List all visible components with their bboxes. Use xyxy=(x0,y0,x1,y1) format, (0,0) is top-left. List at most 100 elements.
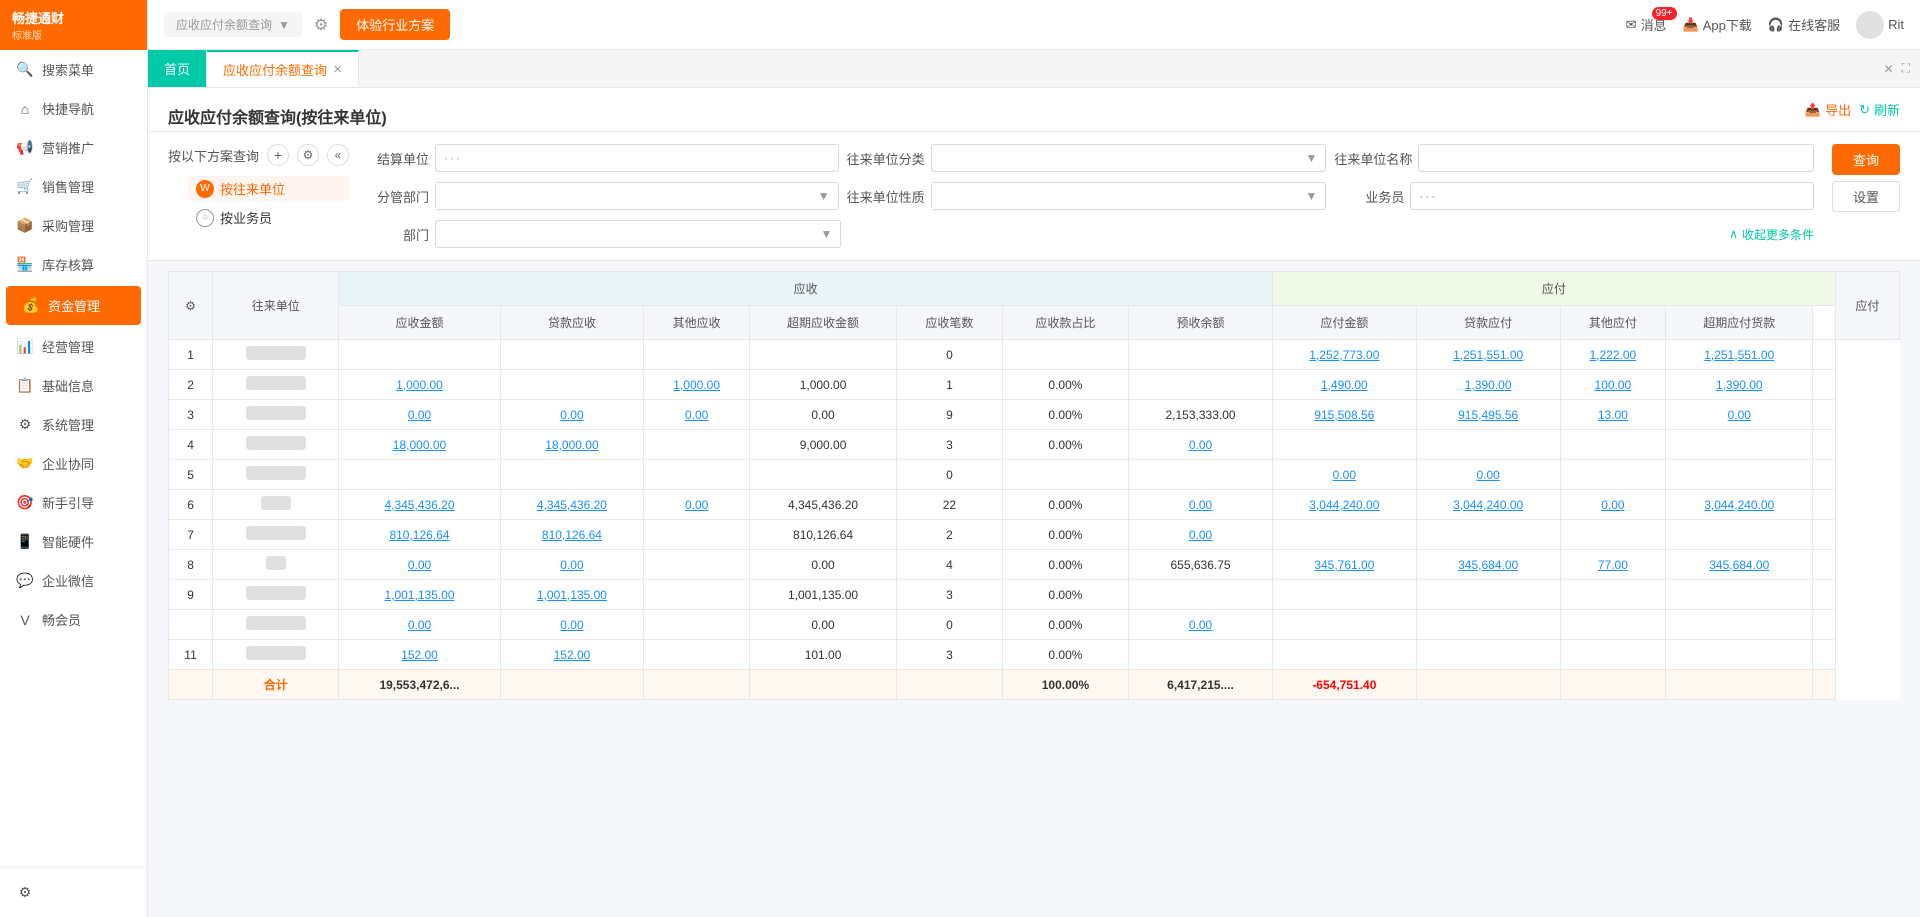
label-managing-dept: 分管部门 xyxy=(359,187,429,206)
sidebar-item-marketing[interactable]: 📢 营销推广 xyxy=(0,128,147,167)
marketing-icon: 📢 xyxy=(16,139,34,156)
input-partner-name[interactable] xyxy=(1418,144,1814,172)
th-settings[interactable]: ⚙ xyxy=(169,272,213,340)
finance-icon: 💰 xyxy=(22,297,40,314)
th-other-receivable: 其他应收 xyxy=(644,306,750,340)
settings-btn[interactable]: 设置 xyxy=(1832,181,1900,212)
sidebar-item-sales[interactable]: 🛒 销售管理 xyxy=(0,167,147,206)
logo-text: 畅捷通财 xyxy=(12,8,64,27)
home-icon: ⌂ xyxy=(16,101,34,117)
sidebar: 畅捷通财 标准版 🔍 搜索菜单 ⌂ 快捷导航 📢 营销推广 🛒 销售管理 📦 采… xyxy=(0,0,148,917)
app-download-btn[interactable]: 📥 App下载 xyxy=(1683,15,1752,34)
row-overdue-payable: 1,251,551.00 xyxy=(1666,340,1813,370)
th-payable-group: 应付 xyxy=(1272,272,1835,306)
export-btn[interactable]: 📤 导出 xyxy=(1805,100,1851,119)
query-row-1: 结算单位 ··· 往来单位分类 ▼ xyxy=(359,144,1814,172)
tab-close-icon[interactable]: ✕ xyxy=(1884,62,1894,76)
partner-category-arrow: ▼ xyxy=(1305,151,1317,165)
query-option-by-staff[interactable]: ○ 按业务员 xyxy=(188,205,349,230)
service-icon: 🎧 xyxy=(1768,17,1784,33)
solution-btn[interactable]: 体验行业方案 xyxy=(340,9,450,40)
input-salesperson[interactable]: ··· xyxy=(1410,182,1814,210)
wechat-icon: 💬 xyxy=(16,572,34,589)
tab-maximize-icon[interactable]: ⛶ xyxy=(1902,61,1910,76)
sidebar-item-wechat[interactable]: 💬 企业微信 xyxy=(0,561,147,600)
th-receivable-count: 应收笔数 xyxy=(897,306,1003,340)
table-row: 0.00 0.00 0.00 0 0.00% 0.00 xyxy=(169,610,1900,640)
message-btn[interactable]: ✉ 消息 99+ xyxy=(1626,15,1667,34)
row-receivable-ratio xyxy=(1002,340,1128,370)
query-settings-icon[interactable]: ⚙ xyxy=(297,144,319,166)
table-row: 6 4,345,436.20 4,345,436.20 0.00 4,345,4… xyxy=(169,490,1900,520)
sidebar-item-member[interactable]: V 畅会员 xyxy=(0,600,147,639)
sidebar-label-member: 畅会员 xyxy=(42,610,81,629)
query-collapse-left-btn[interactable]: « xyxy=(327,144,349,166)
field-partner-category: 往来单位分类 ▼ xyxy=(847,144,1327,172)
sidebar-item-hardware[interactable]: 📱 智能硬件 xyxy=(0,522,147,561)
table-row: 3 0.00 0.00 0.00 0.00 9 0.00% 2,153,333.… xyxy=(169,400,1900,430)
input-department[interactable]: ▼ xyxy=(435,220,841,248)
managing-dept-arrow: ▼ xyxy=(818,189,830,203)
sidebar-item-basic[interactable]: 📋 基础信息 xyxy=(0,366,147,405)
tab-query-label: 应收应付余额查询 xyxy=(223,60,327,79)
query-add-btn[interactable]: + xyxy=(267,144,289,166)
sidebar-item-operations[interactable]: 📊 经营管理 xyxy=(0,327,147,366)
sidebar-item-system[interactable]: ⚙ 系统管理 xyxy=(0,405,147,444)
th-prepaid-balance: 预收余额 xyxy=(1129,306,1273,340)
sidebar-item-quick-nav[interactable]: ⌂ 快捷导航 xyxy=(0,89,147,128)
table-row: 4 18,000.00 18,000.00 9,000.00 3 0.00% 0… xyxy=(169,430,1900,460)
sidebar-item-search-menu[interactable]: 🔍 搜索菜单 xyxy=(0,50,147,89)
topbar-gear-icon[interactable]: ⚙ xyxy=(314,15,328,35)
data-table: ⚙ 往来单位 应收 应付 应付 应收金额 贷款应收 其他应收 超期应收金额 应收… xyxy=(168,271,1900,700)
field-salesperson: 业务员 ··· xyxy=(1334,182,1814,210)
sidebar-item-purchase[interactable]: 📦 采购管理 xyxy=(0,206,147,245)
user-menu[interactable]: Rit xyxy=(1856,11,1904,39)
sidebar-label-enterprise: 企业协同 xyxy=(42,454,94,473)
input-partner-nature[interactable]: ▼ xyxy=(931,182,1327,210)
refresh-btn[interactable]: ↻ 刷新 xyxy=(1859,100,1900,119)
tab-close-btn[interactable]: ✕ xyxy=(333,63,342,76)
settlement-unit-dots: ··· xyxy=(444,151,462,165)
collapse-btn[interactable]: ∧ 收起更多条件 xyxy=(1729,226,1814,243)
sidebar-settings-btn[interactable]: ⚙ xyxy=(0,876,147,909)
query-layout: 按以下方案查询 + ⚙ « W 按往来单位 ○ 按业务员 xyxy=(168,144,1900,248)
row-partner xyxy=(213,340,339,370)
tab-query[interactable]: 应收应付余额查询 ✕ xyxy=(207,50,359,87)
row-payable-amount: 1,252,773.00 xyxy=(1272,340,1416,370)
th-payable-amount: 应付金额 xyxy=(1272,306,1416,340)
row-partner xyxy=(213,580,339,610)
query-option-by-unit[interactable]: W 按往来单位 xyxy=(188,176,349,201)
member-icon: V xyxy=(16,612,34,628)
field-partner-nature: 往来单位性质 ▼ xyxy=(847,182,1327,210)
topbar-right: ✉ 消息 99+ 📥 App下载 🎧 在线客服 Rit xyxy=(1626,11,1904,39)
input-partner-category[interactable]: ▼ xyxy=(931,144,1327,172)
by-unit-label: 按往来单位 xyxy=(220,179,285,198)
by-staff-icon: ○ xyxy=(196,209,214,227)
sidebar-label-system: 系统管理 xyxy=(42,415,94,434)
query-right-actions: 结算单位 ··· 往来单位分类 ▼ xyxy=(359,144,1900,248)
table-row: 8 0.00 0.00 0.00 4 0.00% 655,636.75 345,… xyxy=(169,550,1900,580)
operations-icon: 📊 xyxy=(16,338,34,355)
table-row: 9 1,001,135.00 1,001,135.00 1,001,135.00… xyxy=(169,580,1900,610)
sidebar-item-guide[interactable]: 🎯 新手引导 xyxy=(0,483,147,522)
input-settlement-unit[interactable]: ··· xyxy=(435,144,839,172)
query-actions: 查询 设置 xyxy=(1832,144,1900,212)
table-row: 5 0 0.00 0.00 xyxy=(169,460,1900,490)
sidebar-label-quick-nav: 快捷导航 xyxy=(42,99,94,118)
online-service-btn[interactable]: 🎧 在线客服 xyxy=(1768,15,1840,34)
row-partner xyxy=(213,610,339,640)
search-btn[interactable]: 查询 xyxy=(1832,144,1900,175)
row-partner xyxy=(213,640,339,670)
row-receivable-count: 0 xyxy=(897,340,1003,370)
th-other-payable: 其他应付 xyxy=(1560,306,1666,340)
sidebar-label-guide: 新手引导 xyxy=(42,493,94,512)
sidebar-item-enterprise[interactable]: 🤝 企业协同 xyxy=(0,444,147,483)
refresh-icon: ↻ xyxy=(1859,102,1870,118)
input-managing-dept[interactable]: ▼ xyxy=(435,182,839,210)
by-staff-label: 按业务员 xyxy=(220,208,272,227)
tab-home[interactable]: 首页 xyxy=(148,50,207,87)
sidebar-item-finance[interactable]: 💰 资金管理 xyxy=(6,286,141,325)
sidebar-item-inventory[interactable]: 🏪 库存核算 xyxy=(0,245,147,284)
message-icon: ✉ xyxy=(1626,17,1637,33)
field-managing-dept: 分管部门 ▼ xyxy=(359,182,839,210)
